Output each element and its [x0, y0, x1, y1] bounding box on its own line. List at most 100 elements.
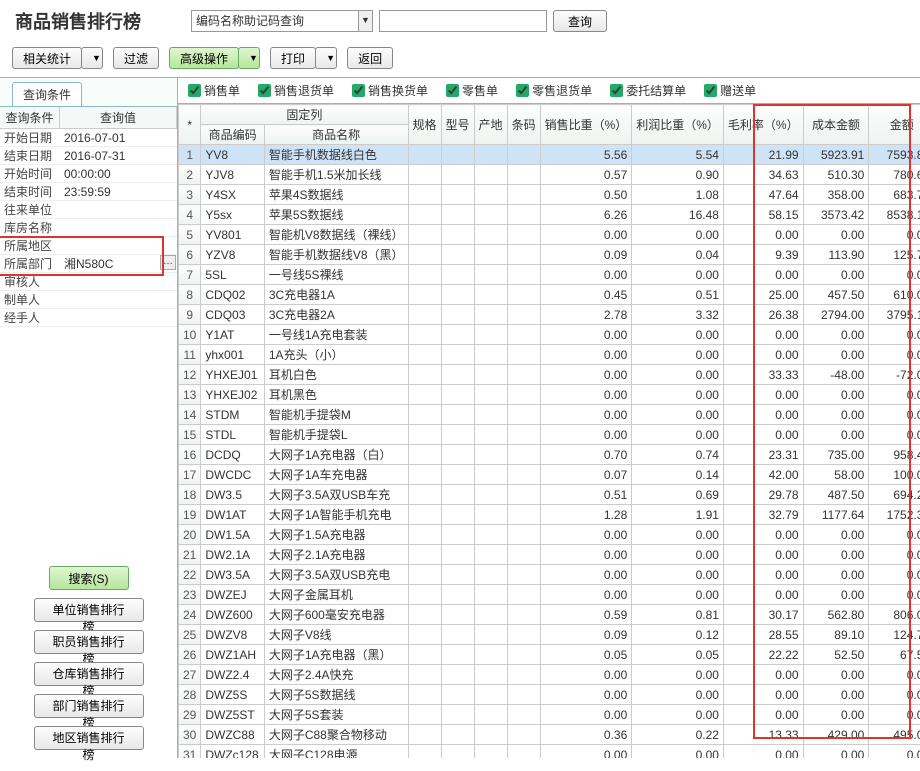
bill-type-checkbox[interactable]: 销售单: [188, 82, 240, 99]
rank-by-unit-button[interactable]: 单位销售排行榜: [34, 598, 144, 622]
table-row[interactable]: 24DWZ600大网子600毫安充电器0.590.8130.17562.8080…: [179, 605, 920, 625]
param-value[interactable]: 2016-07-01: [60, 130, 177, 146]
param-row[interactable]: 结束日期2016-07-31: [0, 147, 177, 165]
col-sale-ratio[interactable]: 销售比重（%）: [540, 105, 632, 145]
col-origin[interactable]: 产地: [474, 105, 507, 145]
col-cost[interactable]: 成本金额: [803, 105, 869, 145]
bill-type-checkbox[interactable]: 销售换货单: [352, 82, 428, 99]
table-row[interactable]: 15STDL智能机手提袋L0.000.000.000.000.00: [179, 425, 920, 445]
param-value[interactable]: 湘N580C…: [60, 254, 177, 273]
search-input[interactable]: [379, 10, 547, 32]
checkbox-input[interactable]: [610, 84, 623, 97]
data-grid[interactable]: * 固定列 规格 型号 产地 条码 销售比重（%） 利润比重（%） 毛利率（%）…: [178, 103, 920, 758]
col-star[interactable]: *: [179, 105, 201, 145]
rank-by-region-button[interactable]: 地区销售排行榜: [34, 726, 144, 750]
col-model[interactable]: 型号: [441, 105, 474, 145]
checkbox-input[interactable]: [516, 84, 529, 97]
param-row[interactable]: 制单人: [0, 291, 177, 309]
table-row[interactable]: 16DCDQ大网子1A充电器（白）0.700.7423.31735.00958.…: [179, 445, 920, 465]
table-row[interactable]: 5YV801智能机V8数据线（裸线）0.000.000.000.000.00: [179, 225, 920, 245]
param-row[interactable]: 往来单位: [0, 201, 177, 219]
table-row[interactable]: 30DWZC88大网子C88聚合物移动0.360.2213.33429.0049…: [179, 725, 920, 745]
checkbox-input[interactable]: [188, 84, 201, 97]
table-row[interactable]: 3Y4SX苹果4S数据线0.501.0847.64358.00683.70: [179, 185, 920, 205]
back-button[interactable]: 返回: [347, 47, 393, 69]
param-value[interactable]: [60, 209, 177, 211]
lookup-button[interactable]: …: [160, 255, 176, 270]
table-row[interactable]: 19DW1AT大网子1A智能手机充电1.281.9132.791177.6417…: [179, 505, 920, 525]
table-row[interactable]: 27DWZ2.4大网子2.4A快充0.000.000.000.000.00: [179, 665, 920, 685]
param-value[interactable]: [60, 299, 177, 301]
table-row[interactable]: 28DWZ5S大网子5S数据线0.000.000.000.000.00: [179, 685, 920, 705]
table-row[interactable]: 11yhx0011A充头（小）0.000.000.000.000.00: [179, 345, 920, 365]
bill-type-checkbox[interactable]: 销售退货单: [258, 82, 334, 99]
param-row[interactable]: 开始日期2016-07-01: [0, 129, 177, 147]
param-value[interactable]: [60, 227, 177, 229]
checkbox-input[interactable]: [704, 84, 717, 97]
table-row[interactable]: 14STDM智能机手提袋M0.000.000.000.000.00: [179, 405, 920, 425]
stats-dropdown-icon[interactable]: ▼: [81, 47, 103, 69]
table-row[interactable]: 21DW2.1A大网子2.1A充电器0.000.000.000.000.00: [179, 545, 920, 565]
param-value[interactable]: [60, 281, 177, 283]
table-row[interactable]: 75SL一号线5S裸线0.000.000.000.000.00: [179, 265, 920, 285]
filter-button[interactable]: 过滤: [113, 47, 159, 69]
checkbox-input[interactable]: [446, 84, 459, 97]
param-value[interactable]: 2016-07-31: [60, 148, 177, 164]
table-row[interactable]: 31DWZc128大网子C128电源0.000.000.000.000.00: [179, 745, 920, 759]
search-mode-select[interactable]: 编码名称助记码查询: [191, 10, 359, 32]
query-button[interactable]: 查询: [553, 10, 607, 32]
col-amount[interactable]: 金额: [869, 105, 920, 145]
print-dropdown-icon[interactable]: ▼: [315, 47, 337, 69]
table-row[interactable]: 29DWZ5ST大网子5S套装0.000.000.000.000.00: [179, 705, 920, 725]
bill-type-checkbox[interactable]: 零售退货单: [516, 82, 592, 99]
table-row[interactable]: 8CDQ023C充电器1A0.450.5125.00457.50610.00: [179, 285, 920, 305]
table-row[interactable]: 18DW3.5大网子3.5A双USB车充0.510.6929.78487.506…: [179, 485, 920, 505]
col-name[interactable]: 商品名称: [264, 125, 408, 145]
param-row[interactable]: 库房名称: [0, 219, 177, 237]
col-gross[interactable]: 毛利率（%）: [723, 105, 803, 145]
table-row[interactable]: 20DW1.5A大网子1.5A充电器0.000.000.000.000.00: [179, 525, 920, 545]
search-button[interactable]: 搜索(S): [49, 566, 129, 590]
stats-button[interactable]: 相关统计: [12, 47, 82, 69]
table-row[interactable]: 17DWCDC大网子1A车充电器0.070.1442.0058.00100.00: [179, 465, 920, 485]
table-row[interactable]: 6YZV8智能手机数据线V8（黑）0.090.049.39113.90125.7…: [179, 245, 920, 265]
table-row[interactable]: 1YV8智能手机数据线白色5.565.5421.995923.917593.80: [179, 145, 920, 165]
rank-by-warehouse-button[interactable]: 仓库销售排行榜: [34, 662, 144, 686]
param-value[interactable]: 23:59:59: [60, 184, 177, 200]
col-spec[interactable]: 规格: [408, 105, 441, 145]
param-row[interactable]: 所属部门湘N580C…: [0, 255, 177, 273]
table-row[interactable]: 13YHXEJ02耳机黑色0.000.000.000.000.00: [179, 385, 920, 405]
bill-type-checkbox[interactable]: 赠送单: [704, 82, 756, 99]
tab-query-conditions[interactable]: 查询条件: [12, 82, 82, 106]
param-row[interactable]: 结束时间23:59:59: [0, 183, 177, 201]
print-button[interactable]: 打印: [270, 47, 316, 69]
param-row[interactable]: 开始时间00:00:00: [0, 165, 177, 183]
search-mode-dropdown-icon[interactable]: ▼: [359, 10, 373, 32]
table-row[interactable]: 9CDQ033C充电器2A2.783.3226.382794.003795.10: [179, 305, 920, 325]
table-row[interactable]: 22DW3.5A大网子3.5A双USB充电0.000.000.000.000.0…: [179, 565, 920, 585]
table-row[interactable]: 12YHXEJ01耳机白色0.000.0033.33-48.00-72.00: [179, 365, 920, 385]
table-row[interactable]: 23DWZEJ大网子金属耳机0.000.000.000.000.00: [179, 585, 920, 605]
bill-type-checkbox[interactable]: 委托结算单: [610, 82, 686, 99]
col-barcode[interactable]: 条码: [507, 105, 540, 145]
col-profit-ratio[interactable]: 利润比重（%）: [632, 105, 724, 145]
col-code[interactable]: 商品编码: [201, 125, 264, 145]
param-row[interactable]: 所属地区: [0, 237, 177, 255]
param-row[interactable]: 审核人: [0, 273, 177, 291]
param-value[interactable]: [60, 317, 177, 319]
checkbox-input[interactable]: [258, 84, 271, 97]
table-row[interactable]: 25DWZV8大网子V8线0.090.1228.5589.10124.70: [179, 625, 920, 645]
table-row[interactable]: 10Y1AT一号线1A充电套装0.000.000.000.000.00: [179, 325, 920, 345]
advanced-ops-button[interactable]: 高级操作: [169, 47, 239, 69]
rank-by-staff-button[interactable]: 职员销售排行榜: [34, 630, 144, 654]
advanced-ops-dropdown-icon[interactable]: ▼: [238, 47, 260, 69]
table-row[interactable]: 26DWZ1AH大网子1A充电器（黑）0.050.0522.2252.5067.…: [179, 645, 920, 665]
bill-type-checkbox[interactable]: 零售单: [446, 82, 498, 99]
param-row[interactable]: 经手人: [0, 309, 177, 327]
param-value[interactable]: 00:00:00: [60, 166, 177, 182]
table-row[interactable]: 4Y5sx苹果5S数据线6.2616.4858.153573.428538.10: [179, 205, 920, 225]
table-row[interactable]: 2YJV8智能手机1.5米加长线0.570.9034.63510.30780.6…: [179, 165, 920, 185]
rank-by-department-button[interactable]: 部门销售排行榜: [34, 694, 144, 718]
checkbox-input[interactable]: [352, 84, 365, 97]
param-value[interactable]: [60, 245, 177, 247]
